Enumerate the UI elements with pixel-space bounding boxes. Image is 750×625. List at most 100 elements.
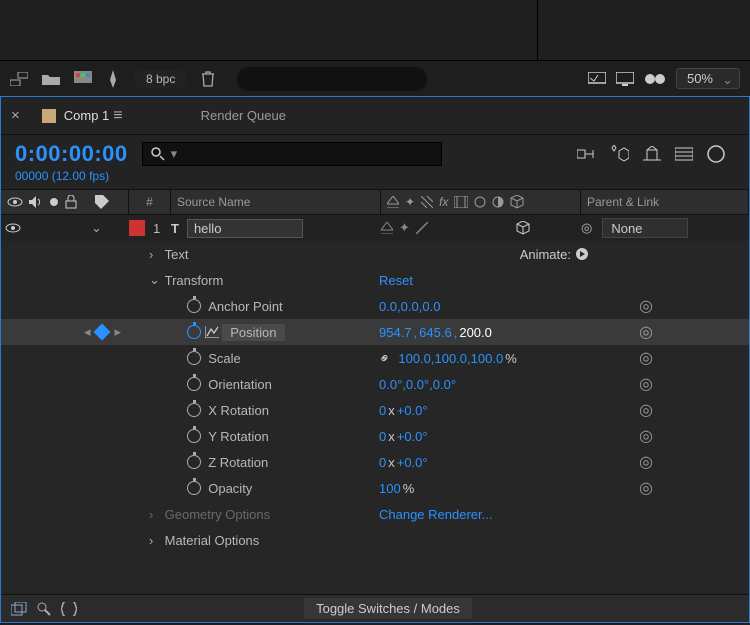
flow-icon[interactable] bbox=[10, 72, 28, 86]
opacity-value[interactable]: 100 bbox=[379, 481, 401, 496]
twirl-closed-icon[interactable]: › bbox=[149, 533, 161, 548]
opacity-pickwhip-icon[interactable]: ◎ bbox=[639, 478, 653, 498]
comp-colorchip-icon bbox=[42, 109, 56, 123]
anchor-value[interactable]: 0.0,0.0,0.0 bbox=[379, 299, 440, 314]
layer-twirl-icon[interactable]: ⌄ bbox=[91, 220, 103, 236]
twirl-open-icon[interactable]: ⌄ bbox=[149, 272, 161, 288]
change-renderer-link[interactable]: Change Renderer... bbox=[379, 507, 492, 522]
position-y[interactable]: 645.6 bbox=[419, 325, 452, 340]
material-options-row[interactable]: › Material Options bbox=[1, 527, 749, 553]
tab-menu-icon[interactable]: ≡ bbox=[113, 107, 122, 125]
stopwatch-icon[interactable] bbox=[187, 403, 201, 417]
yrot-label: Y Rotation bbox=[208, 429, 268, 444]
stopwatch-icon[interactable] bbox=[187, 351, 201, 365]
graph-icon[interactable] bbox=[205, 326, 219, 338]
graph-editor-icon[interactable] bbox=[577, 146, 597, 162]
stopwatch-icon[interactable] bbox=[187, 429, 201, 443]
prev-key-icon[interactable]: ◂ bbox=[84, 324, 91, 340]
current-timecode[interactable]: 0:00:00:00 bbox=[15, 141, 128, 167]
frame-metadata: 00000 (12.00 fps) bbox=[1, 169, 749, 189]
col-parent-link[interactable]: Parent & Link bbox=[581, 190, 749, 214]
toggle-switches-modes-button[interactable]: Toggle Switches / Modes bbox=[304, 598, 472, 619]
layer-row[interactable]: ⌄ 1 T ✦ ◎ None bbox=[1, 215, 749, 241]
pickwhip-icon[interactable]: ◎ bbox=[581, 220, 592, 236]
brush-icon[interactable] bbox=[106, 70, 120, 88]
eye-icon[interactable] bbox=[7, 197, 23, 207]
quality-toggle[interactable] bbox=[416, 222, 428, 234]
bit-depth-button[interactable]: 8 bpc bbox=[134, 70, 187, 88]
monitor-icon[interactable] bbox=[616, 72, 634, 86]
shy-icon[interactable] bbox=[643, 146, 661, 162]
3d-cube-spark-icon[interactable] bbox=[611, 145, 629, 163]
zrot-turns[interactable]: 0 bbox=[379, 455, 386, 470]
solo-icon[interactable] bbox=[49, 197, 59, 207]
z-rotation-row: Z Rotation 0x+0.0° ◎ bbox=[1, 449, 749, 475]
collapse-toggle[interactable]: ✦ bbox=[399, 220, 410, 236]
scale-pickwhip-icon[interactable]: ◎ bbox=[639, 348, 653, 368]
3d-toggle[interactable] bbox=[516, 221, 530, 235]
scale-value[interactable]: 100.0,100.0,100.0 bbox=[398, 351, 503, 366]
stopwatch-icon[interactable] bbox=[187, 377, 201, 391]
xrot-pickwhip-icon[interactable]: ◎ bbox=[639, 400, 653, 420]
animate-button[interactable]: Animate: bbox=[520, 247, 589, 262]
position-x[interactable]: 954.7 bbox=[379, 325, 412, 340]
geometry-label: Geometry Options bbox=[165, 507, 271, 522]
shy-switch-icon bbox=[387, 196, 399, 208]
footer-wrench-icon[interactable] bbox=[37, 602, 51, 616]
geometry-options-row[interactable]: › Geometry Options Change Renderer... bbox=[1, 501, 749, 527]
shy-toggle[interactable] bbox=[381, 222, 393, 234]
xrot-turns[interactable]: 0 bbox=[379, 403, 386, 418]
footer-layers-icon[interactable] bbox=[11, 602, 27, 616]
col-index[interactable]: # bbox=[129, 190, 171, 214]
twirl-closed-icon[interactable]: › bbox=[149, 507, 161, 522]
twirl-closed-icon[interactable]: › bbox=[149, 247, 161, 262]
stopwatch-icon[interactable] bbox=[187, 455, 201, 469]
eye-toggle[interactable] bbox=[5, 223, 21, 233]
xrot-deg[interactable]: +0.0° bbox=[397, 403, 428, 418]
keyframe-diamond-icon[interactable] bbox=[94, 324, 111, 341]
monitor-small-icon[interactable] bbox=[588, 72, 606, 86]
av-toggle-header bbox=[1, 190, 129, 214]
footer-braces-icon[interactable] bbox=[61, 602, 77, 616]
tab-comp[interactable]: Comp 1 ≡ bbox=[34, 103, 131, 129]
folder-icon[interactable] bbox=[42, 73, 60, 85]
zrot-pickwhip-icon[interactable]: ◎ bbox=[639, 452, 653, 472]
col-source-name[interactable]: Source Name bbox=[171, 190, 381, 214]
zrot-deg[interactable]: +0.0° bbox=[397, 455, 428, 470]
parent-dropdown[interactable]: None bbox=[602, 218, 688, 238]
position-z[interactable]: 200.0 bbox=[459, 325, 492, 340]
trash-icon[interactable] bbox=[201, 71, 215, 87]
yrot-deg[interactable]: +0.0° bbox=[397, 429, 428, 444]
transform-group-row[interactable]: ⌄ Transform Reset bbox=[1, 267, 749, 293]
scale-row: Scale ⚭ 100.0,100.0,100.0% ◎ bbox=[1, 345, 749, 371]
stopwatch-icon[interactable] bbox=[187, 299, 201, 313]
orientation-label: Orientation bbox=[208, 377, 272, 392]
label-icon[interactable] bbox=[95, 195, 109, 209]
search-input[interactable]: ▾ bbox=[142, 142, 442, 166]
text-group-row[interactable]: › Text Animate: bbox=[1, 241, 749, 267]
layer-name-input[interactable] bbox=[187, 219, 303, 238]
yrot-turns[interactable]: 0 bbox=[379, 429, 386, 444]
anchor-pickwhip-icon[interactable]: ◎ bbox=[639, 296, 653, 316]
topbar-slot bbox=[237, 67, 427, 91]
x-rotation-row: X Rotation 0x+0.0° ◎ bbox=[1, 397, 749, 423]
orientation-pickwhip-icon[interactable]: ◎ bbox=[639, 374, 653, 394]
zoom-dropdown[interactable]: 50%⌄ bbox=[676, 68, 740, 89]
orientation-value[interactable]: 0.0°,0.0°,0.0° bbox=[379, 377, 456, 392]
goggles-icon[interactable] bbox=[644, 73, 666, 85]
speaker-icon[interactable] bbox=[29, 196, 43, 208]
yrot-pickwhip-icon[interactable]: ◎ bbox=[639, 426, 653, 446]
lock-icon[interactable] bbox=[65, 195, 77, 209]
position-label: Position bbox=[222, 324, 284, 341]
layer-color-icon[interactable] bbox=[129, 220, 145, 236]
reset-link[interactable]: Reset bbox=[379, 273, 413, 288]
motion-blur-icon[interactable] bbox=[707, 145, 725, 163]
tab-render-queue[interactable]: Render Queue bbox=[193, 104, 294, 127]
stopwatch-on-icon[interactable] bbox=[187, 325, 201, 339]
frame-blend-icon[interactable] bbox=[675, 146, 693, 162]
close-tab-button[interactable]: × bbox=[11, 107, 20, 124]
next-key-icon[interactable]: ▸ bbox=[114, 324, 121, 340]
palette-icon[interactable] bbox=[74, 71, 92, 87]
position-pickwhip-icon[interactable]: ◎ bbox=[639, 322, 653, 342]
stopwatch-icon[interactable] bbox=[187, 481, 201, 495]
